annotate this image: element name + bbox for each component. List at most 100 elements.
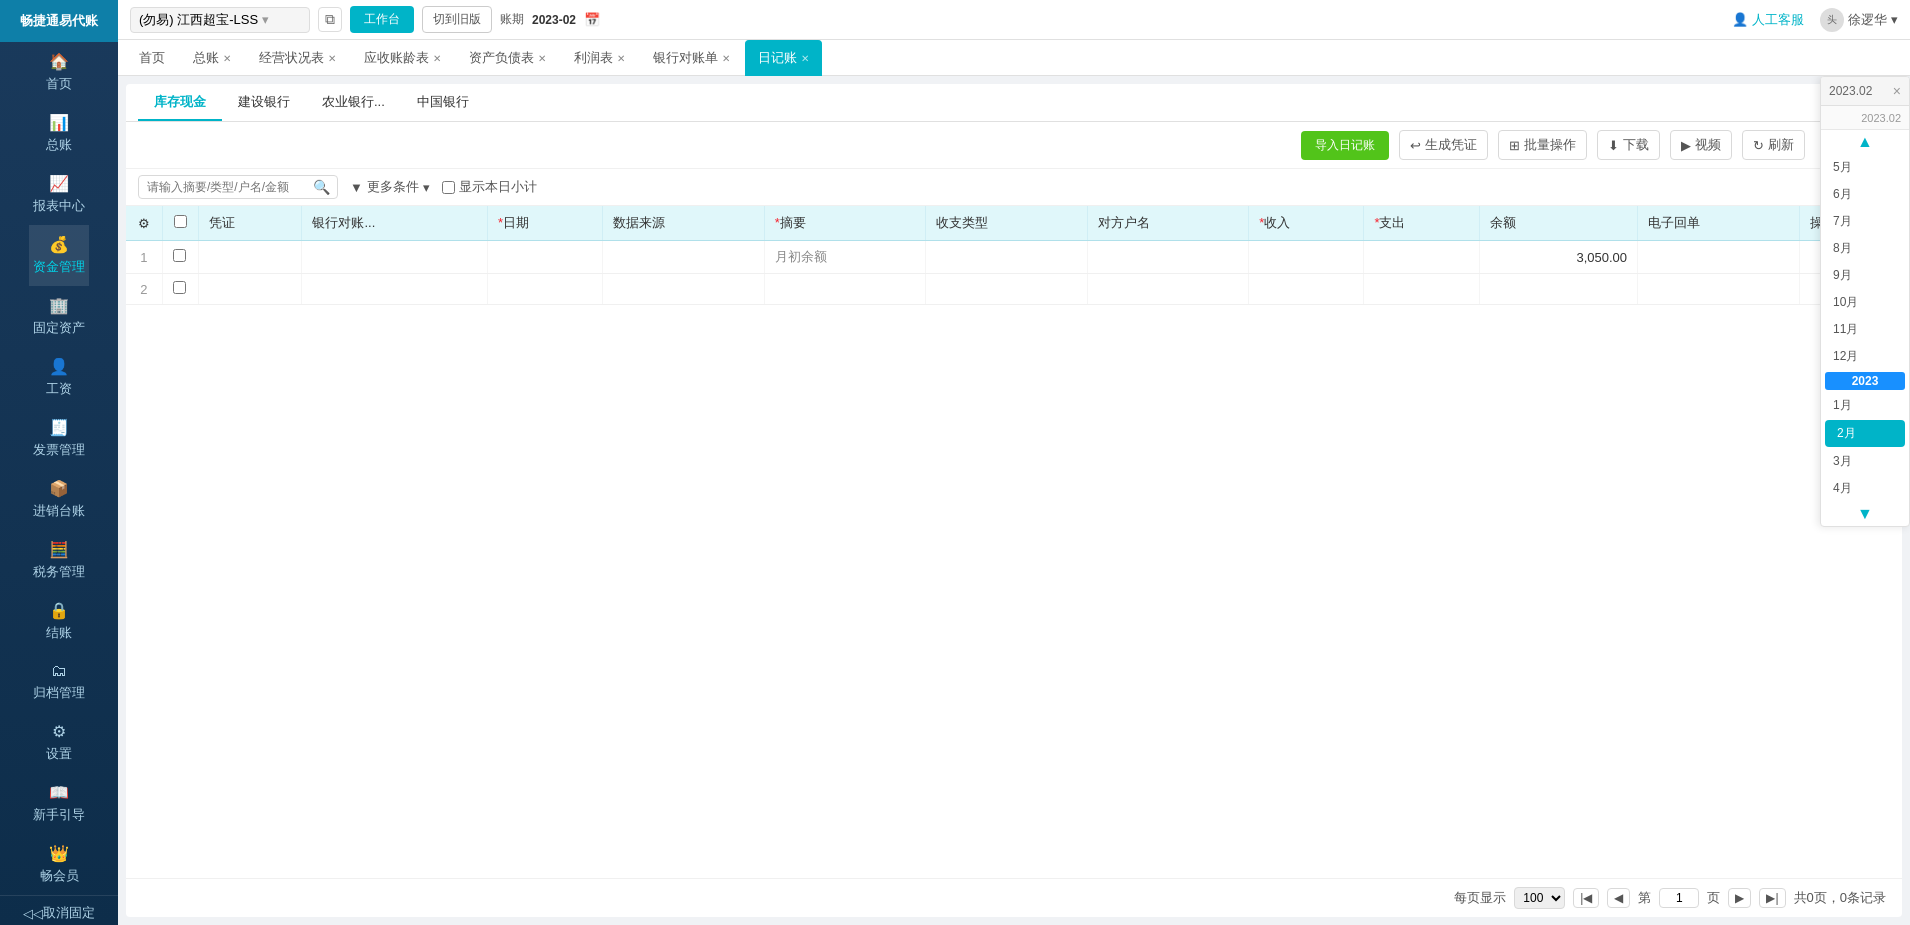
copy-button[interactable]: ⧉ (318, 7, 342, 32)
month-item-current-3[interactable]: 3月 (1821, 448, 1909, 475)
last-page-button[interactable]: ▶| (1759, 888, 1785, 908)
headset-icon: 👤 (1732, 12, 1748, 27)
download-button[interactable]: ⬇ 下载 (1597, 130, 1660, 160)
old-version-button[interactable]: 切到旧版 (422, 6, 492, 33)
tab-bank-reconcile[interactable]: 银行对账单✕ (640, 40, 743, 76)
month-item-current-4[interactable]: 4月 (1821, 475, 1909, 502)
import-daily-ledger-button[interactable]: 导入日记账 (1301, 131, 1389, 160)
more-filter-button[interactable]: ▼ 更多条件 ▾ (350, 178, 430, 196)
sidebar-item-settings[interactable]: ⚙设置 (29, 712, 89, 773)
tab-profit[interactable]: 利润表✕ (561, 40, 638, 76)
chevron-down-icon: ▾ (423, 180, 430, 195)
close-tab-profit-icon[interactable]: ✕ (617, 53, 625, 64)
sidebar-item-label: 报表中心 (33, 197, 85, 215)
month-item-6[interactable]: 6月 (1821, 181, 1909, 208)
user-menu[interactable]: 头 徐逻华 ▾ (1820, 8, 1898, 32)
tab-business-status[interactable]: 经营状况表✕ (246, 40, 349, 76)
tab-daily-ledger[interactable]: 日记账✕ (745, 40, 822, 76)
close-tab-ledger-icon[interactable]: ✕ (223, 53, 231, 64)
archive-icon: 🗂 (51, 662, 67, 680)
sidebar-item-home[interactable]: 🏠首页 (29, 42, 89, 103)
unpin-button[interactable]: ◁◁ 取消固定 (0, 895, 118, 925)
calendar-icon[interactable]: 📅 (584, 12, 600, 27)
search-input[interactable] (138, 175, 338, 199)
sidebar-item-payroll[interactable]: 👤工资 (29, 347, 89, 408)
workbench-button[interactable]: 工作台 (350, 6, 414, 33)
sidebar-item-ledger[interactable]: 📊总账 (29, 103, 89, 164)
sub-tab-boc[interactable]: 中国银行 (401, 85, 485, 121)
service-label: 人工客服 (1752, 11, 1804, 29)
sidebar-item-label: 发票管理 (33, 441, 85, 459)
sub-tab-ccb[interactable]: 建设银行 (222, 85, 306, 121)
ledger-icon: 📊 (49, 113, 69, 132)
cell-row-num: 2 (126, 274, 162, 305)
next-page-button[interactable]: ▶ (1728, 888, 1751, 908)
search-wrapper: 🔍 (138, 175, 338, 199)
month-item-current-1[interactable]: 1月 (1821, 392, 1909, 419)
th-checkbox[interactable] (162, 206, 198, 241)
app-name: 畅捷通易代账 (20, 13, 98, 28)
toolbar: 导入日记账 ↩ 生成凭证 ⊞ 批量操作 ⬇ 下载 ▶ (126, 122, 1902, 169)
month-item-current-2[interactable]: 2月 (1825, 420, 1905, 447)
sidebar-item-closing[interactable]: 🔒结账 (29, 591, 89, 652)
customer-service-button[interactable]: 👤 人工客服 (1732, 11, 1804, 29)
month-item-12[interactable]: 12月 (1821, 343, 1909, 370)
cell-cashflow-type (926, 241, 1088, 274)
sidebar-item-fixed-assets[interactable]: 🏢固定资产 (29, 286, 89, 347)
show-daily-total-label: 显示本日小计 (459, 178, 537, 196)
sidebar-item-archive[interactable]: 🗂归档管理 (29, 652, 89, 712)
refresh-button[interactable]: ↻ 刷新 (1742, 130, 1805, 160)
per-page-select[interactable]: 2050100200 (1514, 887, 1565, 909)
th-settings[interactable]: ⚙ (126, 206, 162, 241)
sidebar-item-purchase-sales[interactable]: 📦进销台账 (29, 469, 89, 530)
sub-tab-cash[interactable]: 库存现金 (138, 85, 222, 121)
video-label: 视频 (1695, 136, 1721, 154)
sidebar-item-tax[interactable]: 🧮税务管理 (29, 530, 89, 591)
month-item-9[interactable]: 9月 (1821, 262, 1909, 289)
tab-assets-liabilities[interactable]: 资产负债表✕ (456, 40, 559, 76)
close-tab-receivables-icon[interactable]: ✕ (433, 53, 441, 64)
cell-row-num: 1 (126, 241, 162, 274)
month-item-7[interactable]: 7月 (1821, 208, 1909, 235)
close-tab-bank-reconcile-icon[interactable]: ✕ (722, 53, 730, 64)
tab-ledger[interactable]: 总账✕ (180, 40, 244, 76)
row-checkbox[interactable] (173, 281, 186, 294)
month-item-10[interactable]: 10月 (1821, 289, 1909, 316)
tab-home[interactable]: 首页 (126, 40, 178, 76)
month-item-5[interactable]: 5月 (1821, 154, 1909, 181)
cell-checkbox[interactable] (162, 241, 198, 274)
prev-page-button[interactable]: ◀ (1607, 888, 1630, 908)
video-button[interactable]: ▶ 视频 (1670, 130, 1732, 160)
batch-ops-button[interactable]: ⊞ 批量操作 (1498, 130, 1587, 160)
sidebar-item-reports[interactable]: 📈报表中心 (29, 164, 89, 225)
sub-tab-abc[interactable]: 农业银行... (306, 85, 401, 121)
cell-expense (1364, 274, 1479, 305)
cell-checkbox[interactable] (162, 274, 198, 305)
topbar: (勿易) 江西超宝-LSS ▾ ⧉ 工作台 切到旧版 账期 2023-02 📅 … (118, 0, 1910, 40)
close-tab-business-status-icon[interactable]: ✕ (328, 53, 336, 64)
tab-label-home: 首页 (139, 49, 165, 67)
generate-voucher-button[interactable]: ↩ 生成凭证 (1399, 130, 1488, 160)
nav-up-button[interactable]: ▲ (1821, 130, 1909, 154)
sidebar-item-invoice[interactable]: 🧾发票管理 (29, 408, 89, 469)
company-selector[interactable]: (勿易) 江西超宝-LSS ▾ (130, 7, 310, 33)
date-picker-panel: 2023.02 × 2023.02 ▲ 5月6月7月8月9月10月11月12月 … (1820, 76, 1910, 527)
close-tab-assets-liabilities-icon[interactable]: ✕ (538, 53, 546, 64)
sidebar-item-fund[interactable]: 💰资金管理 (29, 225, 89, 286)
page-input[interactable] (1659, 888, 1699, 908)
daily-ledger-table: ⚙ 凭证 银行对账... *日期 数据来源 *摘要 收支类型 对方户名 *收入 … (126, 206, 1902, 305)
sidebar-item-guide[interactable]: 📖新手引导 (29, 773, 89, 834)
month-item-8[interactable]: 8月 (1821, 235, 1909, 262)
show-daily-total-checkbox[interactable] (442, 181, 455, 194)
month-item-11[interactable]: 11月 (1821, 316, 1909, 343)
tab-receivables[interactable]: 应收账龄表✕ (351, 40, 454, 76)
show-daily-total-checkbox-label[interactable]: 显示本日小计 (442, 178, 537, 196)
select-all-checkbox[interactable] (174, 215, 187, 228)
sidebar-item-member[interactable]: 👑畅会员 (29, 834, 89, 895)
first-page-button[interactable]: |◀ (1573, 888, 1599, 908)
close-tab-daily-ledger-icon[interactable]: ✕ (801, 53, 809, 64)
chevron-down-icon: ▾ (1891, 12, 1898, 27)
close-date-panel-button[interactable]: × (1893, 83, 1901, 99)
row-checkbox[interactable] (173, 249, 186, 262)
nav-down-button[interactable]: ▼ (1821, 502, 1909, 526)
